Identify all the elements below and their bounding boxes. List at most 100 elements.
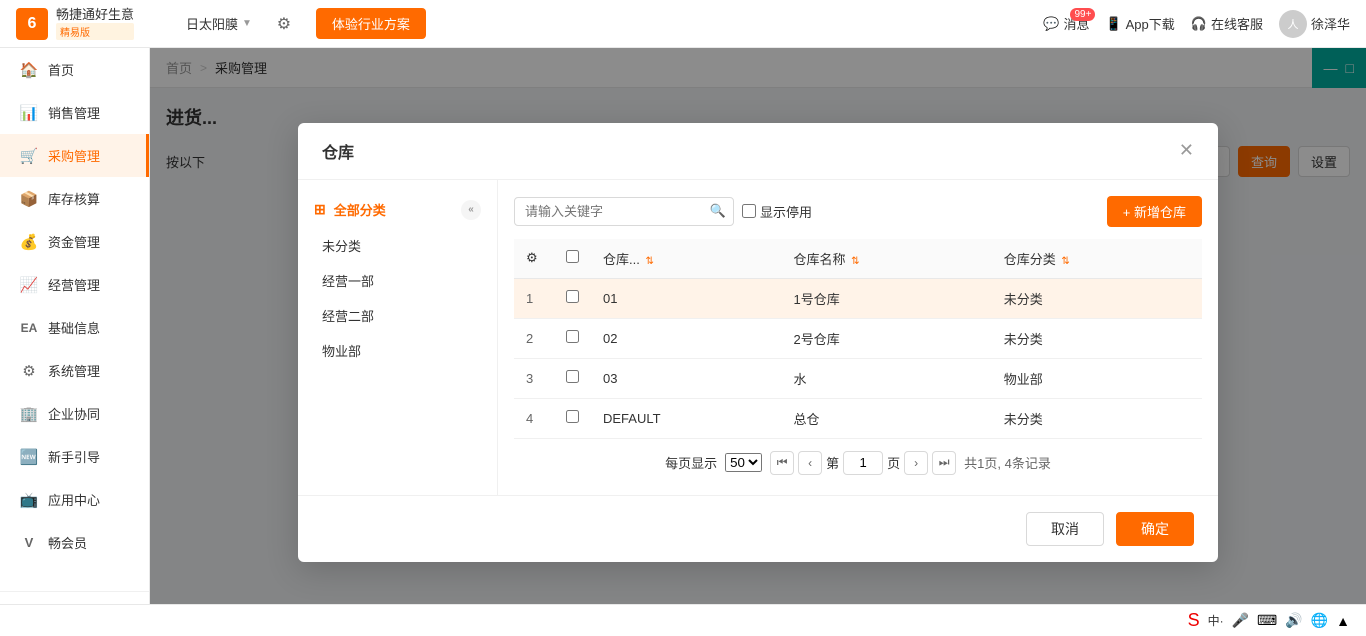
row-checkbox[interactable] (554, 318, 591, 358)
header-settings-btn[interactable]: ⚙ (268, 8, 300, 40)
category-item-0[interactable]: 未分类 (298, 228, 497, 263)
show-disabled-wrap: 显示停用 (742, 202, 812, 221)
sidebar-item-basic[interactable]: EA 基础信息 (0, 306, 149, 349)
sidebar-item-home[interactable]: 🏠 首页 (0, 48, 149, 91)
category-collapse-btn[interactable]: « (461, 200, 481, 220)
th-settings: ⚙ (514, 239, 554, 279)
row-num: 1 (514, 278, 554, 318)
search-input[interactable] (514, 197, 734, 226)
select-all-checkbox[interactable] (566, 250, 579, 263)
page-input[interactable] (843, 451, 883, 475)
sidebar-item-system[interactable]: ⚙ 系统管理 (0, 349, 149, 392)
table-row[interactable]: 1 01 1号仓库 未分类 (514, 278, 1202, 318)
add-warehouse-btn[interactable]: + 新增仓库 (1107, 196, 1202, 227)
show-disabled-checkbox[interactable] (742, 204, 756, 218)
modal-header: 仓库 ✕ (298, 123, 1218, 180)
sidebar-item-member[interactable]: V 畅会员 (0, 521, 149, 564)
row-code: DEFAULT (591, 398, 781, 438)
category-item-1[interactable]: 经营一部 (298, 263, 497, 298)
per-page-label: 每页显示 (665, 453, 717, 472)
purchase-icon: 🛒 (20, 147, 38, 165)
page-suffix: 页 (887, 453, 900, 472)
sort-icon-category: ⇅ (1061, 256, 1069, 267)
row-checkbox[interactable] (554, 358, 591, 398)
sidebar-label-inventory: 库存核算 (48, 189, 100, 208)
table-row[interactable]: 2 02 2号仓库 未分类 (514, 318, 1202, 358)
sidebar-label-finance: 资金管理 (48, 232, 100, 251)
sort-icon-code: ⇅ (645, 256, 653, 267)
sidebar-item-guide[interactable]: 🆕 新手引导 (0, 435, 149, 478)
operations-icon: 📈 (20, 276, 38, 294)
th-code[interactable]: 仓库... ⇅ (591, 239, 781, 279)
th-category[interactable]: 仓库分类 ⇅ (992, 239, 1202, 279)
category-item-3[interactable]: 物业部 (298, 333, 497, 368)
modal-body: ⊞ 全部分类 « 未分类 经营一部 经营二部 物业部 (298, 180, 1218, 495)
sidebar-item-enterprise[interactable]: 🏢 企业协同 (0, 392, 149, 435)
sidebar-item-sales[interactable]: 📊 销售管理 (0, 91, 149, 134)
guide-icon: 🆕 (20, 448, 38, 466)
table-row[interactable]: 4 DEFAULT 总仓 未分类 (514, 398, 1202, 438)
row-category: 未分类 (992, 398, 1202, 438)
cancel-btn[interactable]: 取消 (1026, 512, 1104, 546)
company-selector[interactable]: 日太阳膜 ▼ (186, 14, 252, 33)
keyboard-icon[interactable]: ⌨ (1257, 612, 1277, 629)
modal-close-btn[interactable]: ✕ (1179, 140, 1194, 161)
header-right: 💬 消息 99+ 📱 App下载 🎧 在线客服 人 徐泽华 (1043, 10, 1350, 38)
page-first-btn[interactable]: ⏮ (770, 451, 794, 475)
basic-icon: EA (20, 319, 38, 337)
sidebar-item-purchase[interactable]: 🛒 采购管理 (0, 134, 149, 177)
per-page-select[interactable]: 50 (725, 453, 762, 472)
app-label: App下载 (1126, 14, 1175, 33)
th-name[interactable]: 仓库名称 ⇅ (781, 239, 991, 279)
taskbar-icon3[interactable]: ▲ (1336, 613, 1350, 629)
company-arrow: ▼ (242, 18, 252, 29)
row-checkbox[interactable] (554, 398, 591, 438)
logo-text-wrap: 畅捷通好生意 精易版 (56, 7, 134, 40)
row-name: 2号仓库 (781, 318, 991, 358)
confirm-btn[interactable]: 确定 (1116, 512, 1194, 546)
table-row[interactable]: 3 03 水 物业部 (514, 358, 1202, 398)
taskbar-icon1[interactable]: 🔊 (1285, 612, 1302, 629)
page-last-btn[interactable]: ⏭ (932, 451, 956, 475)
page-next-btn[interactable]: › (904, 451, 928, 475)
avatar: 人 (1279, 10, 1307, 38)
modal-overlay: 仓库 ✕ ⊞ 全部分类 « 未分类 经营一部 经营二部 (150, 48, 1366, 636)
sales-icon: 📊 (20, 104, 38, 122)
category-header[interactable]: ⊞ 全部分类 « (298, 192, 497, 228)
search-icon[interactable]: 🔍 (710, 203, 726, 219)
sidebar-item-apps[interactable]: 📺 应用中心 (0, 478, 149, 521)
page-prev-btn[interactable]: ‹ (798, 451, 822, 475)
message-btn[interactable]: 💬 消息 99+ (1043, 14, 1089, 33)
row-code: 02 (591, 318, 781, 358)
sidebar: 🏠 首页 📊 销售管理 🛒 采购管理 📦 库存核算 💰 资金管理 📈 经营管理 … (0, 48, 150, 636)
experience-btn[interactable]: 体验行业方案 (316, 8, 426, 39)
sidebar-item-finance[interactable]: 💰 资金管理 (0, 220, 149, 263)
category-item-2[interactable]: 经营二部 (298, 298, 497, 333)
enterprise-icon: 🏢 (20, 405, 38, 423)
th-name-label: 仓库名称 (793, 252, 845, 267)
search-wrap: 🔍 (514, 197, 734, 226)
finance-icon: 💰 (20, 233, 38, 251)
pagination: 每页显示 50 ⏮ ‹ 第 页 › ⏭ (514, 439, 1202, 479)
sidebar-item-inventory[interactable]: 📦 库存核算 (0, 177, 149, 220)
service-btn[interactable]: 🎧 在线客服 (1191, 14, 1263, 33)
mic-icon[interactable]: 🎤 (1232, 612, 1249, 629)
category-sidebar: ⊞ 全部分类 « 未分类 经营一部 经营二部 物业部 (298, 180, 498, 495)
modal-main: 🔍 显示停用 + 新增仓库 (498, 180, 1218, 495)
logo-badge: 精易版 (56, 23, 134, 40)
modal-footer: 取消 确定 (298, 495, 1218, 562)
app-download-btn[interactable]: 📱 App下载 (1105, 14, 1174, 33)
inventory-icon: 📦 (20, 190, 38, 208)
row-category: 未分类 (992, 278, 1202, 318)
user-btn[interactable]: 人 徐泽华 (1279, 10, 1350, 38)
warehouse-table: ⚙ 仓库... ⇅ 仓库名称 ⇅ (514, 239, 1202, 439)
row-checkbox[interactable] (554, 278, 591, 318)
sidebar-label-guide: 新手引导 (48, 447, 100, 466)
sidebar-item-operations[interactable]: 📈 经营管理 (0, 263, 149, 306)
table-header-row: ⚙ 仓库... ⇅ 仓库名称 ⇅ (514, 239, 1202, 279)
logo-name: 畅捷通好生意 (56, 7, 134, 23)
system-icon: ⚙ (20, 362, 38, 380)
sidebar-label-purchase: 采购管理 (48, 146, 100, 165)
taskbar-icon2[interactable]: 🌐 (1311, 612, 1328, 629)
zh-input-icon[interactable]: 中· (1208, 612, 1224, 629)
